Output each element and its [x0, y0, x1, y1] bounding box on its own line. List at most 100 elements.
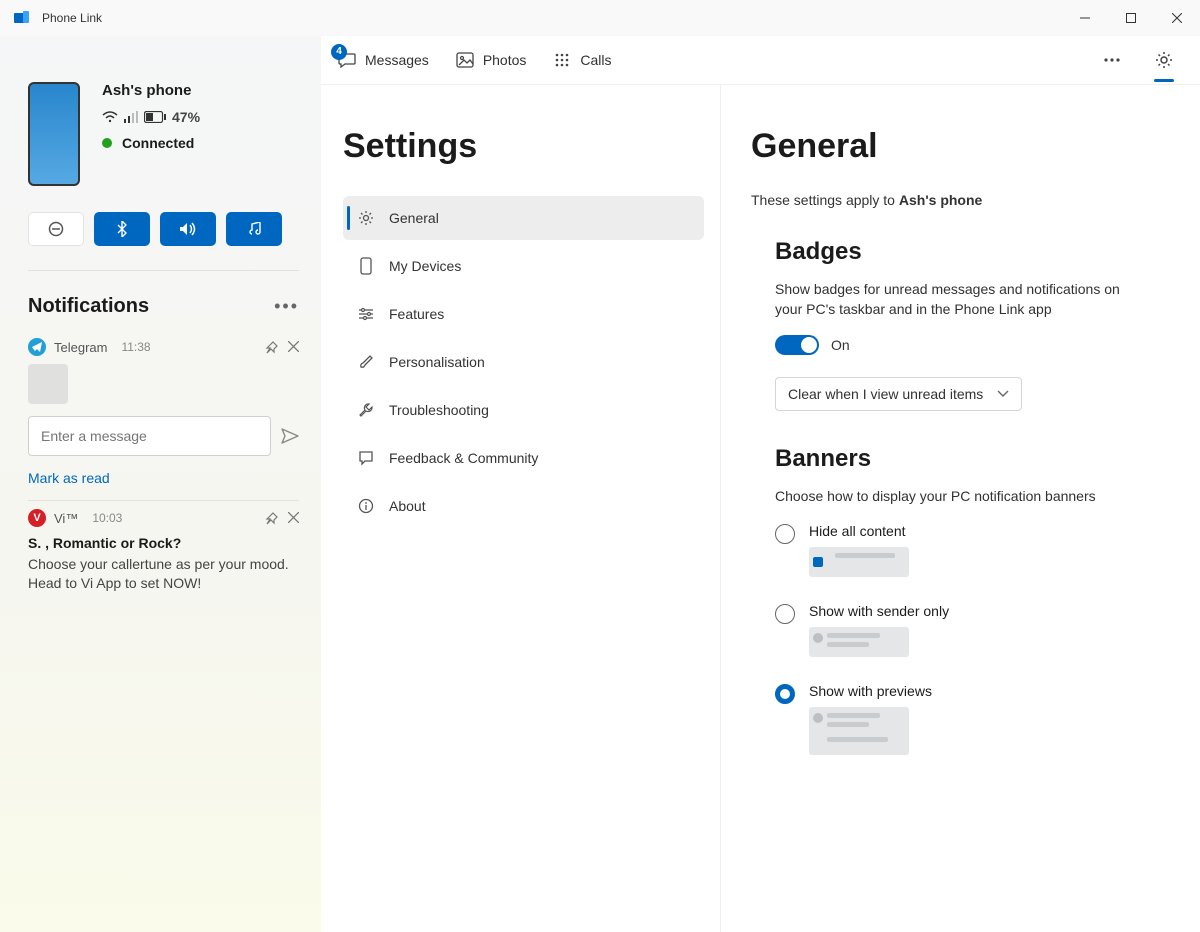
- tab-label: Calls: [580, 52, 611, 68]
- pin-icon: [265, 341, 278, 354]
- quick-actions-row: [28, 212, 299, 271]
- banner-option-label: Show with previews: [809, 683, 932, 699]
- phone-icon: [360, 257, 372, 275]
- vi-icon: V: [28, 509, 46, 527]
- minimize-button[interactable]: [1062, 0, 1108, 36]
- tab-calls[interactable]: Calls: [552, 50, 611, 70]
- top-nav: 4 Messages Photos: [321, 36, 1200, 84]
- general-panel: General These settings apply to Ash's ph…: [721, 84, 1200, 932]
- volume-icon: [179, 222, 197, 236]
- dismiss-notification-button[interactable]: [288, 341, 299, 354]
- banners-description: Choose how to display your PC notificati…: [775, 487, 1170, 507]
- notification-time: 10:03: [92, 511, 122, 525]
- settings-item-feedback[interactable]: Feedback & Community: [343, 436, 704, 480]
- close-icon: [288, 341, 299, 352]
- pin-notification-button[interactable]: [265, 341, 278, 354]
- sliders-icon: [358, 307, 374, 321]
- notifications-more-button[interactable]: •••: [274, 296, 299, 317]
- badges-title: Badges: [775, 238, 1170, 266]
- pin-icon: [265, 512, 278, 525]
- connection-row: Connected: [102, 135, 200, 151]
- settings-item-general[interactable]: General: [343, 196, 704, 240]
- tab-messages[interactable]: 4 Messages: [337, 50, 429, 70]
- settings-button[interactable]: [1148, 44, 1180, 76]
- sidebar: Ash's phone 47% Connected: [0, 36, 321, 932]
- notification-item[interactable]: Telegram 11:38 Mark as read: [0, 330, 321, 500]
- settings-item-troubleshooting[interactable]: Troubleshooting: [343, 388, 704, 432]
- settings-nav: Settings General My Devices Features: [321, 84, 721, 932]
- settings-item-features[interactable]: Features: [343, 292, 704, 336]
- banner-option-with-previews[interactable]: Show with previews: [775, 683, 1170, 755]
- notification-body: Choose your callertune as per your mood.…: [28, 555, 299, 593]
- settings-item-about[interactable]: About: [343, 484, 704, 528]
- device-name: Ash's phone: [102, 82, 200, 99]
- app-title: Phone Link: [42, 11, 102, 25]
- banner-option-hide-all[interactable]: Hide all content: [775, 523, 1170, 577]
- radio-unchecked-icon: [775, 524, 795, 544]
- settings-title: Settings: [343, 127, 720, 166]
- badges-description: Show badges for unread messages and noti…: [775, 280, 1135, 319]
- messages-badge: 4: [331, 44, 347, 60]
- banners-title: Banners: [775, 445, 1170, 473]
- tab-photos[interactable]: Photos: [455, 50, 527, 70]
- dnd-button[interactable]: [28, 212, 84, 246]
- notification-time: 11:38: [121, 340, 150, 354]
- banner-option-sender-only[interactable]: Show with sender only: [775, 603, 1170, 657]
- settings-item-label: Features: [389, 306, 444, 322]
- notification-title: S. , Romantic or Rock?: [28, 535, 299, 551]
- badges-toggle-label: On: [831, 337, 850, 353]
- signal-icon: [124, 111, 138, 123]
- pin-notification-button[interactable]: [265, 512, 278, 525]
- titlebar: Phone Link: [0, 0, 1200, 36]
- send-icon: [281, 428, 299, 444]
- feedback-icon: [358, 450, 374, 466]
- notification-reply-input[interactable]: [28, 416, 271, 456]
- maximize-button[interactable]: [1108, 0, 1154, 36]
- settings-item-label: About: [389, 498, 426, 514]
- tab-label: Messages: [365, 52, 429, 68]
- music-button[interactable]: [226, 212, 282, 246]
- bluetooth-button[interactable]: [94, 212, 150, 246]
- notification-item[interactable]: V Vi™ 10:03 S. , Romantic or Rock? Choos…: [0, 501, 321, 607]
- banner-option-label: Show with sender only: [809, 603, 949, 619]
- radio-checked-icon: [775, 684, 795, 704]
- bluetooth-icon: [117, 221, 127, 237]
- general-title: General: [751, 127, 1170, 166]
- chevron-down-icon: [997, 390, 1009, 398]
- settings-item-label: Personalisation: [389, 354, 485, 370]
- dialpad-icon: [554, 52, 570, 68]
- badges-clear-dropdown[interactable]: Clear when I view unread items: [775, 377, 1022, 411]
- device-status-row: 47%: [102, 109, 200, 125]
- notifications-title: Notifications: [28, 295, 149, 318]
- notification-app-name: Vi™: [54, 511, 78, 526]
- brush-icon: [358, 354, 374, 370]
- connection-label: Connected: [122, 135, 194, 151]
- volume-button[interactable]: [160, 212, 216, 246]
- dismiss-notification-button[interactable]: [288, 512, 299, 525]
- mark-as-read-link[interactable]: Mark as read: [28, 470, 110, 486]
- tab-label: Photos: [483, 52, 527, 68]
- badges-toggle[interactable]: [775, 335, 819, 355]
- send-reply-button[interactable]: [281, 428, 299, 444]
- notification-app-name: Telegram: [54, 340, 107, 355]
- telegram-icon: [28, 338, 46, 356]
- radio-unchecked-icon: [775, 604, 795, 624]
- badges-section: Badges Show badges for unread messages a…: [751, 238, 1170, 411]
- settings-item-label: Troubleshooting: [389, 402, 489, 418]
- settings-item-personalisation[interactable]: Personalisation: [343, 340, 704, 384]
- music-icon: [247, 222, 261, 236]
- notification-image-placeholder: [28, 364, 68, 404]
- notifications-header: Notifications •••: [0, 271, 321, 330]
- more-button[interactable]: [1096, 44, 1128, 76]
- settings-item-label: General: [389, 210, 439, 226]
- close-button[interactable]: [1154, 0, 1200, 36]
- device-card: Ash's phone 47% Connected: [0, 36, 321, 186]
- status-dot-icon: [102, 138, 112, 148]
- battery-percent: 47%: [172, 109, 200, 125]
- phone-thumbnail[interactable]: [28, 82, 80, 186]
- banners-section: Banners Choose how to display your PC no…: [751, 445, 1170, 755]
- wifi-icon: [102, 111, 118, 123]
- settings-item-my-devices[interactable]: My Devices: [343, 244, 704, 288]
- settings-active-indicator: [1154, 79, 1174, 82]
- apply-to-line: These settings apply to Ash's phone: [751, 192, 1170, 208]
